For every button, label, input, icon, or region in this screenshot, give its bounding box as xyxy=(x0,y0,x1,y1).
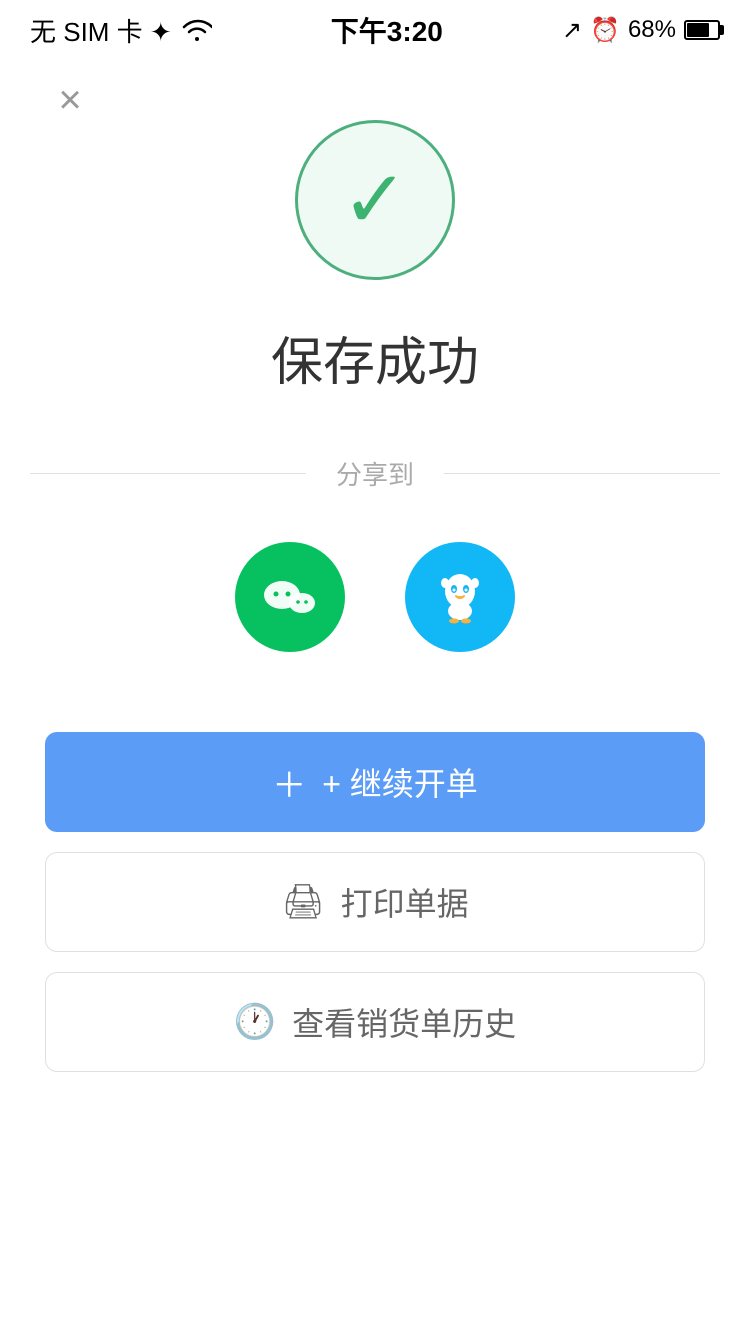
checkmark-icon: ✓ xyxy=(341,160,408,240)
action-buttons: ＋ + 继续开单 🖨 打印单据 🕐 查看销货单历史 xyxy=(45,732,705,1072)
wechat-share-button[interactable] xyxy=(235,542,345,652)
share-divider: 分享到 xyxy=(0,455,750,492)
qq-icon xyxy=(428,565,492,629)
history-label: 查看销货单历史 xyxy=(292,999,516,1045)
printer-icon: 🖨 xyxy=(281,882,324,922)
close-icon: × xyxy=(58,80,81,120)
qq-share-button[interactable] xyxy=(405,542,515,652)
wifi-icon xyxy=(182,19,212,41)
sim-status: 无 SIM 卡 ✦ xyxy=(30,12,172,49)
battery-percent: 68% xyxy=(628,16,676,44)
success-title: 保存成功 xyxy=(271,320,479,395)
print-button[interactable]: 🖨 打印单据 xyxy=(45,852,705,952)
plus-icon: ＋ xyxy=(272,758,306,807)
wechat-icon xyxy=(258,565,322,629)
main-content: ✓ 保存成功 分享到 xyxy=(0,60,750,1072)
continue-button[interactable]: ＋ + 继续开单 xyxy=(45,732,705,832)
continue-label: + 继续开单 xyxy=(322,759,478,805)
location-icon: ↗ xyxy=(562,16,582,45)
status-time: 下午3:20 xyxy=(331,10,443,50)
battery-icon xyxy=(684,20,720,40)
history-button[interactable]: 🕐 查看销货单历史 xyxy=(45,972,705,1072)
history-icon: 🕐 xyxy=(234,1002,276,1042)
alarm-icon: ⏰ xyxy=(590,16,620,45)
status-left: 无 SIM 卡 ✦ xyxy=(30,12,212,49)
share-label: 分享到 xyxy=(336,455,414,492)
share-icons xyxy=(235,542,515,652)
success-circle: ✓ xyxy=(295,120,455,280)
close-button[interactable]: × xyxy=(40,70,100,130)
print-label: 打印单据 xyxy=(341,879,469,925)
status-right: ↗ ⏰ 68% xyxy=(562,16,720,45)
status-bar: 无 SIM 卡 ✦ 下午3:20 ↗ ⏰ 68% xyxy=(0,0,750,60)
